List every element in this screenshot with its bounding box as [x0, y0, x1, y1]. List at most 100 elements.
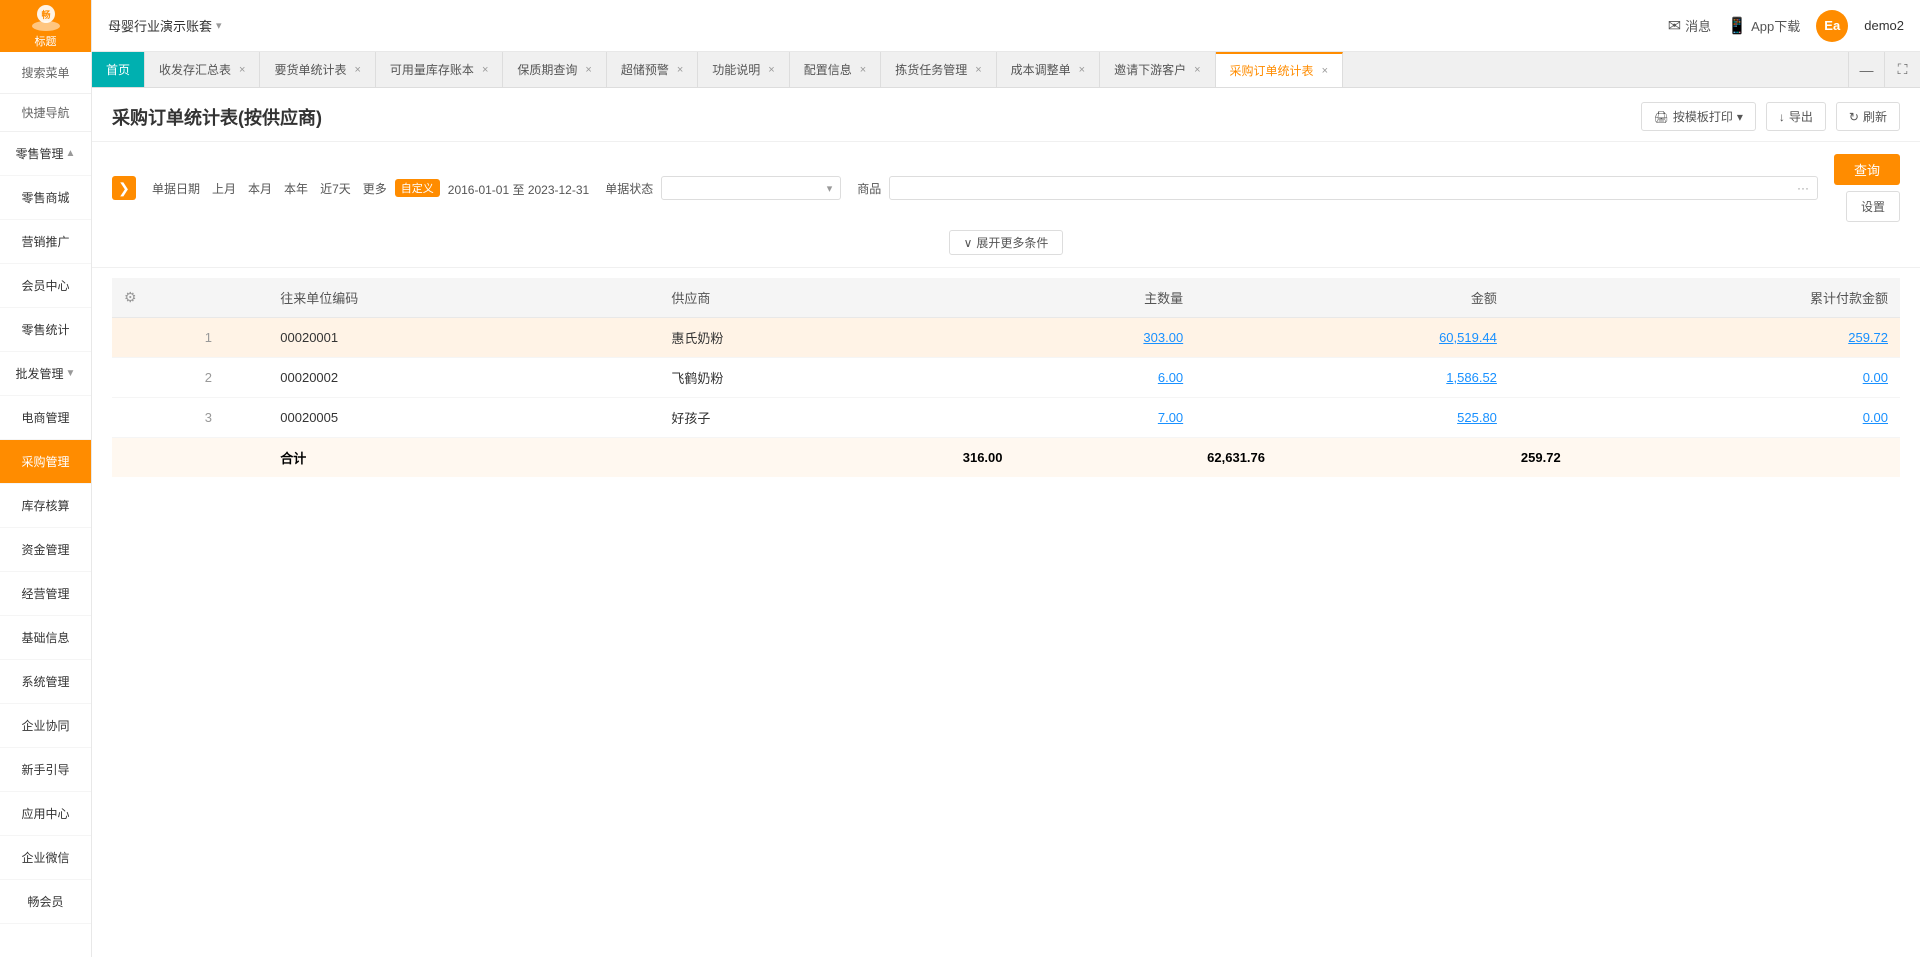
tab-available-inventory[interactable]: 可用量库存账本 ×: [376, 52, 503, 88]
avatar-text: Ea: [1824, 18, 1840, 33]
tab-shelf-query[interactable]: 保质期查询 ×: [503, 52, 606, 88]
refresh-button[interactable]: ↻ 刷新: [1836, 102, 1900, 131]
print-button[interactable]: 🖨 按模板打印 ▾: [1641, 102, 1756, 131]
tab-cost-adjust-label: 成本调整单: [1011, 61, 1071, 78]
page-title: 采购订单统计表(按供应商): [112, 104, 322, 130]
expand-more-label: 展开更多条件: [976, 234, 1048, 251]
query-button[interactable]: 查询: [1834, 154, 1900, 185]
filter-date-group: 单据日期 上月 本月 本年 近7天 更多 自定义 2016-01-01 至 20…: [152, 178, 589, 199]
expand-more-button[interactable]: ∨ 展开更多条件: [949, 230, 1064, 255]
filter-product-input[interactable]: [898, 181, 1797, 195]
filter-product-more-icon[interactable]: ···: [1797, 181, 1809, 195]
tab-overstock-warning[interactable]: 超储预警 ×: [607, 52, 698, 88]
table-footer: 合计 316.00 62,631.76 259.72: [112, 438, 1900, 478]
sidebar-item-appcenter[interactable]: 应用中心: [0, 792, 91, 836]
filter-shortcut-7days[interactable]: 近7天: [316, 178, 355, 199]
tab-minimize-button[interactable]: —: [1848, 52, 1884, 88]
tab-home[interactable]: 首页: [92, 52, 145, 88]
tab-available-inventory-close[interactable]: ×: [482, 64, 488, 76]
row-qty[interactable]: 7.00: [951, 398, 1195, 438]
sidebar: 畅 标题 搜索菜单 快捷导航 零售管理 ▲ 零售商城 营销推广 会员中心 零售统…: [0, 0, 92, 957]
row-qty[interactable]: 303.00: [951, 318, 1195, 358]
tab-order-summary-close[interactable]: ×: [354, 64, 360, 76]
table-body: 1 00020001 惠氏奶粉 303.00 60,519.44 259.72 …: [112, 318, 1900, 438]
topbar-actions: ✉ 消息 📱 App下载 Ea demo2: [1668, 10, 1904, 42]
sidebar-item-system[interactable]: 系统管理: [0, 660, 91, 704]
avatar[interactable]: Ea: [1816, 10, 1848, 42]
row-paid-amount[interactable]: 0.00: [1509, 398, 1900, 438]
column-settings-icon[interactable]: ⚙: [124, 289, 137, 305]
filter-status-input[interactable]: [670, 181, 826, 195]
tab-config-info[interactable]: 配置信息 ×: [790, 52, 881, 88]
tab-cost-adjust-close[interactable]: ×: [1079, 64, 1085, 76]
sidebar-item-enterprise[interactable]: 企业协同: [0, 704, 91, 748]
sidebar-item-basic-info[interactable]: 基础信息: [0, 616, 91, 660]
row-paid-amount[interactable]: 259.72: [1509, 318, 1900, 358]
filter-custom-badge[interactable]: 自定义: [395, 179, 440, 197]
row-amount[interactable]: 1,586.52: [1195, 358, 1509, 398]
filter-status-dropdown-arrow[interactable]: ▾: [827, 182, 833, 195]
print-label: 按模板打印: [1673, 108, 1733, 125]
tab-invite-downstream[interactable]: 邀请下游客户 ×: [1100, 52, 1215, 88]
filter-status-label: 单据状态: [605, 180, 653, 197]
tab-order-summary[interactable]: 要货单统计表 ×: [260, 52, 375, 88]
tab-purchase-stat[interactable]: 采购订单统计表 ×: [1216, 52, 1343, 88]
message-label: 消息: [1685, 16, 1711, 35]
tab-shelf-query-close[interactable]: ×: [585, 64, 591, 76]
row-supplier: 好孩子: [659, 398, 950, 438]
filter-shortcut-this-month[interactable]: 本月: [244, 178, 276, 199]
row-amount[interactable]: 60,519.44: [1195, 318, 1509, 358]
sidebar-item-inventory-label: 库存核算: [21, 497, 69, 514]
sidebar-item-vip[interactable]: 畅会员: [0, 880, 91, 924]
filter-shortcut-last-month[interactable]: 上月: [208, 178, 240, 199]
tab-invite-downstream-close[interactable]: ×: [1194, 64, 1200, 76]
tab-pick-task[interactable]: 拣货任务管理 ×: [881, 52, 996, 88]
tab-overstock-warning-label: 超储预警: [621, 61, 669, 78]
tab-purchase-stat-close[interactable]: ×: [1322, 65, 1328, 77]
filter-shortcut-more[interactable]: 更多: [359, 178, 391, 199]
sidebar-item-wechat[interactable]: 企业微信: [0, 836, 91, 880]
sidebar-item-finance[interactable]: 资金管理: [0, 528, 91, 572]
sidebar-item-inventory[interactable]: 库存核算: [0, 484, 91, 528]
sidebar-item-operations[interactable]: 经营管理: [0, 572, 91, 616]
filter-shortcut-this-year[interactable]: 本年: [280, 178, 312, 199]
sidebar-quick-nav-label[interactable]: 快捷导航: [6, 100, 85, 125]
sidebar-search-label[interactable]: 搜索菜单: [6, 60, 85, 85]
tab-function-desc[interactable]: 功能说明 ×: [698, 52, 789, 88]
settings-button[interactable]: 设置: [1846, 191, 1900, 222]
topbar: 母婴行业演示账套 ▾ ✉ 消息 📱 App下载 Ea demo2: [92, 0, 1920, 52]
sidebar-item-retail-shop[interactable]: 零售商城: [0, 176, 91, 220]
tab-pick-task-close[interactable]: ×: [975, 64, 981, 76]
row-amount[interactable]: 525.80: [1195, 398, 1509, 438]
user-name[interactable]: demo2: [1864, 18, 1904, 33]
tab-collect-summary-close[interactable]: ×: [239, 64, 245, 76]
sidebar-item-member[interactable]: 会员中心: [0, 264, 91, 308]
filter-date-shortcuts: 上月 本月 本年 近7天 更多 自定义: [208, 178, 440, 199]
sidebar-item-marketing[interactable]: 营销推广: [0, 220, 91, 264]
sidebar-item-ecommerce[interactable]: 电商管理: [0, 396, 91, 440]
export-button[interactable]: ↓ 导出: [1766, 102, 1826, 131]
sidebar-item-retail[interactable]: 零售管理 ▲: [0, 132, 91, 176]
app-download-button[interactable]: 📱 App下载: [1727, 16, 1800, 36]
row-qty[interactable]: 6.00: [951, 358, 1195, 398]
tab-overstock-warning-close[interactable]: ×: [677, 64, 683, 76]
print-icon: 🖨: [1654, 110, 1669, 124]
tab-maximize-button[interactable]: ⛶: [1884, 52, 1920, 88]
col-header-amount: 金额: [1195, 278, 1509, 318]
tab-collect-summary[interactable]: 收发存汇总表 ×: [145, 52, 260, 88]
sidebar-item-wholesale[interactable]: 批发管理 ▼: [0, 352, 91, 396]
tab-function-desc-close[interactable]: ×: [768, 64, 774, 76]
tab-cost-adjust[interactable]: 成本调整单 ×: [997, 52, 1100, 88]
tab-config-info-close[interactable]: ×: [860, 64, 866, 76]
sidebar-item-retail-stat[interactable]: 零售统计: [0, 308, 91, 352]
filter-toggle-button[interactable]: ❯: [112, 176, 136, 200]
message-button[interactable]: ✉ 消息: [1668, 16, 1711, 36]
col-header-settings: ⚙: [112, 278, 149, 318]
page-header-actions: 🖨 按模板打印 ▾ ↓ 导出 ↻ 刷新: [1641, 102, 1900, 131]
row-paid-amount[interactable]: 0.00: [1509, 358, 1900, 398]
filter-product-input-wrap[interactable]: ···: [889, 176, 1818, 200]
sidebar-item-newguide[interactable]: 新手引导: [0, 748, 91, 792]
filter-status-input-wrap[interactable]: ▾: [661, 176, 841, 200]
sidebar-item-purchase[interactable]: 采购管理: [0, 440, 91, 484]
workspace-selector[interactable]: 母婴行业演示账套 ▾: [108, 16, 222, 35]
